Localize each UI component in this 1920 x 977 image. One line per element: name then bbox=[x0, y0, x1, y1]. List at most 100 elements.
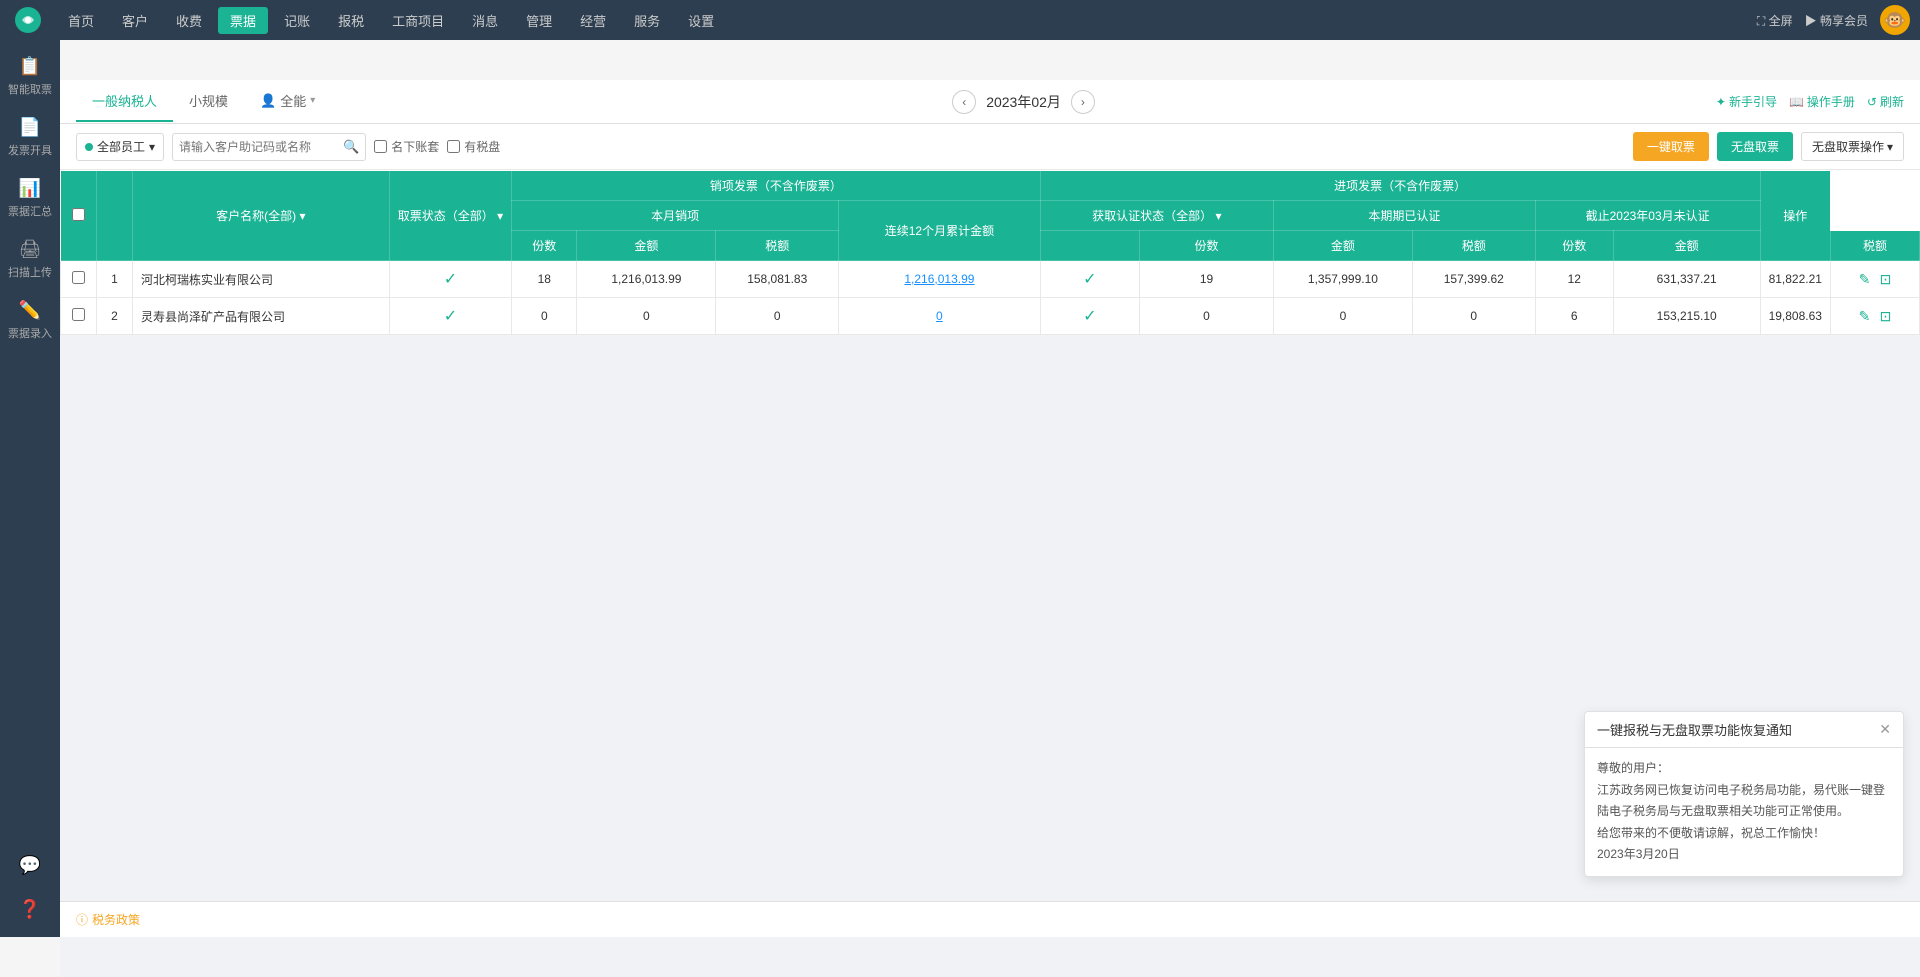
employee-filter-label: 全部员工 bbox=[97, 138, 145, 155]
app-logo bbox=[10, 2, 46, 38]
row1-sales-copies: 18 bbox=[512, 261, 577, 298]
nav-fee[interactable]: 收费 bbox=[164, 7, 214, 34]
account-filter-label[interactable]: 名下账套 bbox=[374, 138, 439, 155]
avatar[interactable]: 🐵 bbox=[1880, 5, 1910, 35]
popup-close-btn[interactable]: ✕ bbox=[1879, 721, 1891, 738]
nav-business[interactable]: 工商项目 bbox=[380, 7, 456, 34]
row1-12month-link[interactable]: 1,216,013.99 bbox=[904, 272, 974, 286]
sidebar-label-invoice-entry: 票据录入 bbox=[8, 325, 52, 341]
popup-body: 尊敬的用户： 江苏政务网已恢复访问电子税务局功能，易代账一键登陆电子税务局与无盘… bbox=[1585, 748, 1903, 876]
account-filter-text: 名下账套 bbox=[391, 138, 439, 155]
th-sales-amount: 金额 bbox=[577, 231, 716, 261]
sidebar-item-smart-ticket[interactable]: 📋 智能取票 bbox=[3, 48, 57, 105]
nav-operation[interactable]: 经营 bbox=[568, 7, 618, 34]
th-num bbox=[97, 171, 133, 261]
row1-checkbox[interactable] bbox=[61, 261, 97, 298]
row1-take-status: ✓ bbox=[389, 261, 511, 298]
nav-service[interactable]: 服务 bbox=[622, 7, 672, 34]
sidebar-chat-btn[interactable]: 💬 bbox=[12, 847, 48, 883]
member-btn[interactable]: ▶ 畅享会员 bbox=[1805, 12, 1868, 29]
no-disk-ticket-btn[interactable]: 无盘取票 bbox=[1717, 132, 1793, 161]
row2-select[interactable] bbox=[72, 308, 85, 321]
row1-uncert-amount: 631,337.21 bbox=[1613, 261, 1760, 298]
row2-uncert-tax: 19,808.63 bbox=[1760, 298, 1830, 335]
period-next-btn[interactable]: › bbox=[1071, 90, 1095, 114]
nav-tax[interactable]: 报税 bbox=[326, 7, 376, 34]
sidebar-bottom: 💬 ❓ bbox=[12, 847, 48, 937]
tab-right-actions: ✦ 新手引导 📖 操作手册 ↺ 刷新 bbox=[1716, 93, 1904, 110]
sidebar-label-invoice-issue: 发票开具 bbox=[8, 142, 52, 158]
main-table: 客户名称(全部) ▾ 取票状态（全部） ▾ 销项发票（不含作废票） 进项发票（不… bbox=[60, 170, 1920, 335]
new-guide-btn[interactable]: ✦ 新手引导 bbox=[1716, 93, 1777, 110]
manual-btn[interactable]: 📖 操作手册 bbox=[1789, 93, 1855, 110]
row2-take-status-check-icon: ✓ bbox=[444, 308, 457, 325]
period-prev-btn[interactable]: ‹ bbox=[952, 90, 976, 114]
tax-policy-link[interactable]: ⓘ 税务政策 bbox=[76, 911, 140, 928]
nav-bookkeeping[interactable]: 记账 bbox=[272, 7, 322, 34]
row1-12month[interactable]: 1,216,013.99 bbox=[839, 261, 1040, 298]
row1-copy-btn[interactable]: ⊡ bbox=[1880, 271, 1892, 287]
tax-disk-checkbox[interactable] bbox=[447, 140, 460, 153]
nav-customer[interactable]: 客户 bbox=[110, 7, 160, 34]
sidebar: 📋 智能取票 📄 发票开具 📊 票据汇总 🖨 扫描上传 ✏️ 票据录入 💬 ❓ bbox=[0, 40, 60, 937]
tab-all-dropdown-arrow[interactable]: ▾ bbox=[310, 95, 315, 106]
row2-num: 2 bbox=[97, 298, 133, 335]
sidebar-label-smart-ticket: 智能取票 bbox=[8, 81, 52, 97]
scan-upload-icon: 🖨 bbox=[19, 239, 42, 260]
th-current-month-sales: 本月销项 bbox=[512, 201, 839, 231]
employee-filter[interactable]: 全部员工 ▾ bbox=[76, 133, 164, 161]
smart-ticket-icon: 📋 bbox=[19, 56, 41, 77]
sidebar-item-invoice-entry[interactable]: ✏️ 票据录入 bbox=[3, 292, 57, 349]
tab-all[interactable]: 👤 全能 ▾ bbox=[244, 81, 331, 122]
row1-edit-btn[interactable]: ✎ bbox=[1859, 271, 1871, 287]
more-operations-btn[interactable]: 无盘取票操作 ▾ bbox=[1801, 132, 1904, 161]
one-click-ticket-btn[interactable]: 一键取票 bbox=[1633, 132, 1709, 161]
search-input[interactable] bbox=[179, 140, 339, 154]
nav-right: ⛶ 全屏 ▶ 畅享会员 🐵 bbox=[1757, 5, 1910, 35]
row2-checkbox[interactable] bbox=[61, 298, 97, 335]
sidebar-item-invoice-summary[interactable]: 📊 票据汇总 bbox=[3, 170, 57, 227]
row2-edit-btn[interactable]: ✎ bbox=[1859, 308, 1871, 324]
sidebar-help-btn[interactable]: ❓ bbox=[12, 891, 48, 927]
tab-small-scale[interactable]: 小规模 bbox=[173, 81, 244, 122]
nav-home[interactable]: 首页 bbox=[56, 7, 106, 34]
fullscreen-btn[interactable]: ⛶ 全屏 bbox=[1757, 12, 1793, 29]
tab-period-nav: ‹ 2023年02月 › bbox=[331, 90, 1716, 114]
nav-message[interactable]: 消息 bbox=[460, 7, 510, 34]
th-take-status[interactable]: 取票状态（全部） ▾ bbox=[389, 171, 511, 261]
toolbar: 全部员工 ▾ 🔍 名下账套 有税盘 一键取票 无盘取票 无盘取票操作 ▾ bbox=[60, 124, 1920, 170]
row1-select[interactable] bbox=[72, 271, 85, 284]
th-sales-copies: 份数 bbox=[512, 231, 577, 261]
search-icon[interactable]: 🔍 bbox=[343, 139, 359, 155]
tab-general-taxpayer[interactable]: 一般纳税人 bbox=[76, 81, 173, 122]
th-purchase-copies: 份数 bbox=[1139, 231, 1273, 261]
sidebar-label-scan-upload: 扫描上传 bbox=[8, 264, 52, 280]
sidebar-item-invoice-issue[interactable]: 📄 发票开具 bbox=[3, 109, 57, 166]
th-purchase-tax: 税额 bbox=[1412, 231, 1535, 261]
take-status-check-icon: ✓ bbox=[444, 271, 457, 288]
toolbar-right: 一键取票 无盘取票 无盘取票操作 ▾ bbox=[1633, 132, 1904, 161]
period-label: 2023年02月 bbox=[986, 92, 1061, 112]
sidebar-item-scan-upload[interactable]: 🖨 扫描上传 bbox=[3, 231, 57, 288]
nav-invoice[interactable]: 票据 bbox=[218, 7, 268, 34]
th-certify-icon bbox=[1040, 231, 1139, 261]
account-checkbox[interactable] bbox=[374, 140, 387, 153]
row2-12month-link[interactable]: 0 bbox=[936, 309, 943, 323]
th-customer-name[interactable]: 客户名称(全部) ▾ bbox=[133, 171, 390, 261]
row2-12month[interactable]: 0 bbox=[839, 298, 1040, 335]
row2-uncert-copies: 6 bbox=[1535, 298, 1613, 335]
nav-manage[interactable]: 管理 bbox=[514, 7, 564, 34]
row1-customer-name: 河北柯瑞栋实业有限公司 bbox=[133, 261, 390, 298]
row1-purchase-copies: 19 bbox=[1139, 261, 1273, 298]
tax-disk-filter-label[interactable]: 有税盘 bbox=[447, 138, 500, 155]
th-certify-status-col[interactable]: 获取认证状态（全部） ▾ bbox=[1040, 201, 1273, 231]
row2-copy-btn[interactable]: ⊡ bbox=[1880, 308, 1892, 324]
th-purchase-amount: 金额 bbox=[1274, 231, 1413, 261]
top-nav: 首页 客户 收费 票据 记账 报税 工商项目 消息 管理 经营 服务 设置 ⛶ … bbox=[0, 0, 1920, 40]
refresh-btn[interactable]: ↺ 刷新 bbox=[1867, 93, 1904, 110]
row2-uncert-amount: 153,215.10 bbox=[1613, 298, 1760, 335]
nav-settings[interactable]: 设置 bbox=[676, 7, 726, 34]
select-all-checkbox[interactable] bbox=[72, 208, 85, 221]
invoice-issue-icon: 📄 bbox=[19, 117, 41, 138]
row2-purchase-tax: 0 bbox=[1412, 298, 1535, 335]
